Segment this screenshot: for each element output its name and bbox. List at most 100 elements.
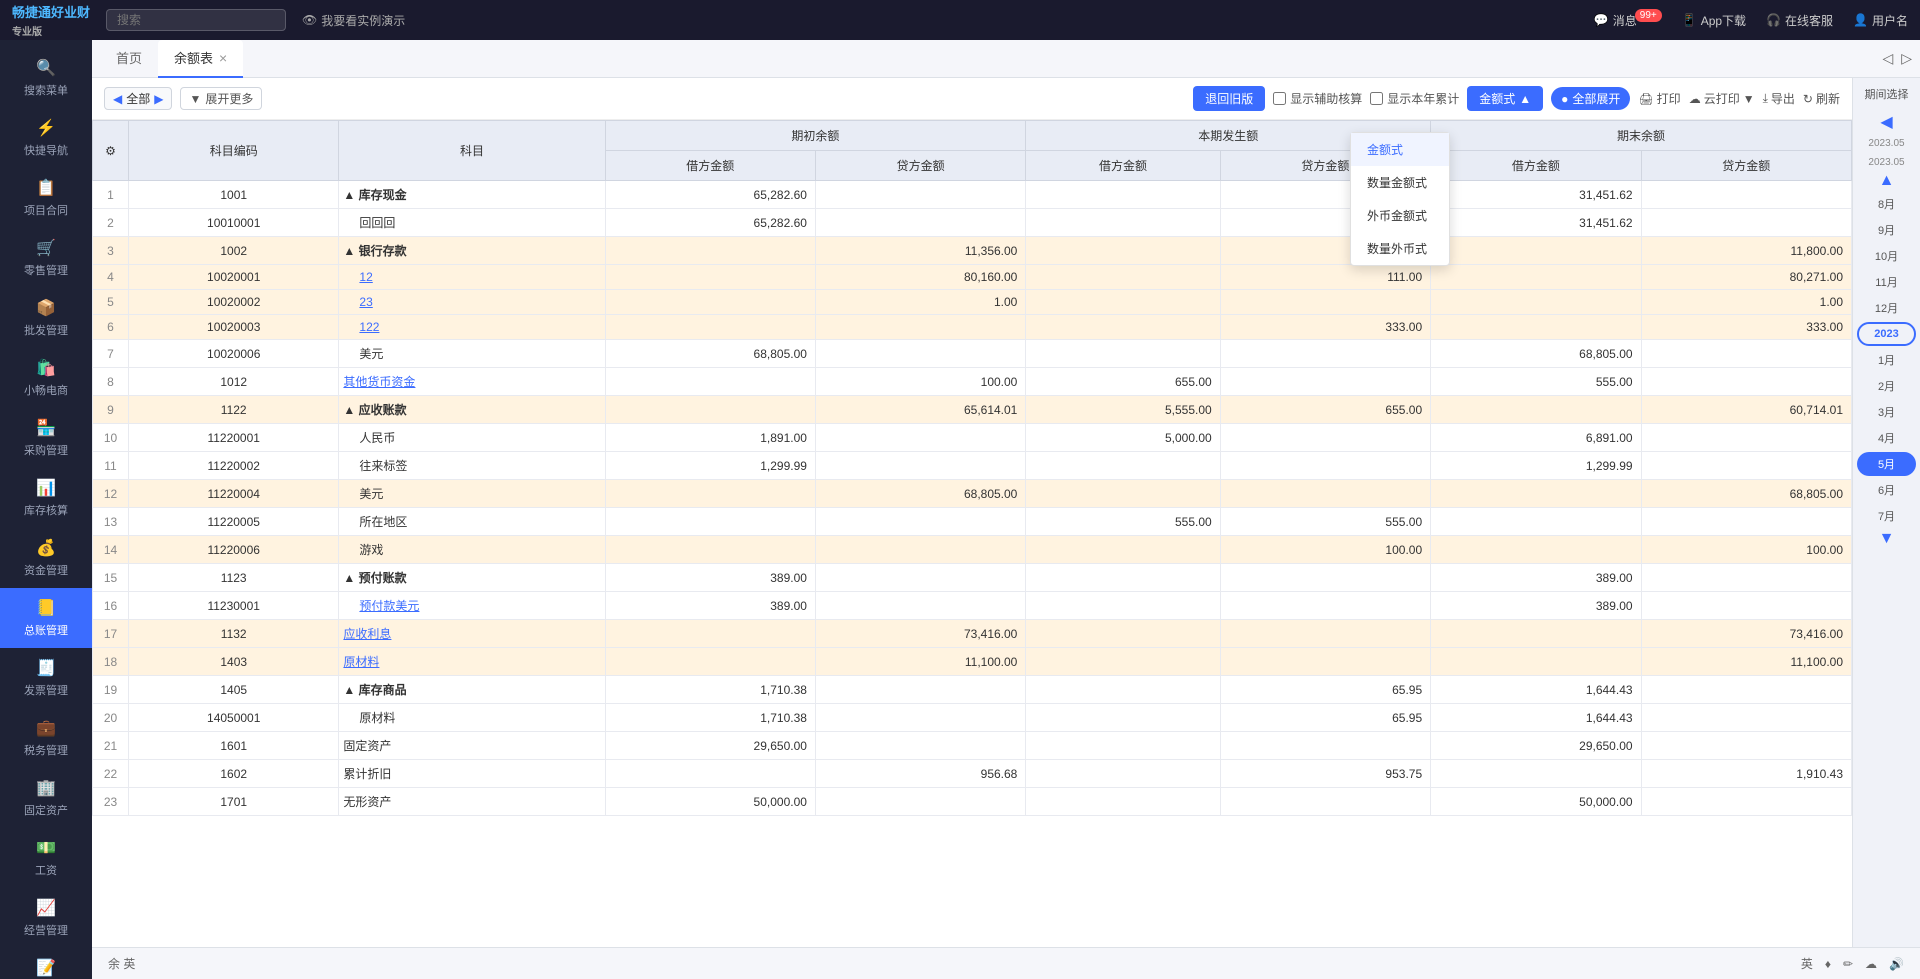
show-assist-checkbox[interactable]: 显示辅助核算 [1273,90,1362,107]
panel-collapse-btn[interactable]: ◀ [1880,112,1892,132]
opening-debit [605,368,815,396]
period-aug[interactable]: 8月 [1857,192,1916,216]
sidebar-item-project[interactable]: 📋 项目合同 [0,168,92,228]
row-name[interactable]: 预付款美元 [339,592,605,620]
opening-debit [605,760,815,788]
period-apr[interactable]: 4月 [1857,426,1916,450]
row-name[interactable]: 122 [339,315,605,340]
current-debit [1026,564,1220,592]
opening-credit: 80,160.00 [815,265,1025,290]
expand-all-toggle[interactable]: ● 全部展开 [1551,87,1630,110]
sidebar-item-invoice[interactable]: 🧾 发票管理 [0,648,92,708]
period-oct[interactable]: 10月 [1857,244,1916,268]
sidebar-item-inventory[interactable]: 📊 库存核算 [0,468,92,528]
current-debit [1026,648,1220,676]
service-btn[interactable]: 🎧 在线客服 [1766,12,1833,29]
account-link[interactable]: 其他货币资金 [343,375,415,389]
status-lang[interactable]: 英 [1801,955,1813,972]
period-mar[interactable]: 3月 [1857,400,1916,424]
period-up-btn[interactable]: ▲ [1879,172,1895,190]
sidebar-item-search[interactable]: 🔍 搜索菜单 [0,48,92,108]
row-name[interactable]: 其他货币资金 [339,368,605,396]
status-icon3[interactable]: ☁ [1865,957,1877,971]
row-code: 14050001 [129,704,339,732]
tab-collapse-btn[interactable]: ◁ [1882,50,1893,67]
annual-checkbox-input[interactable] [1370,92,1383,105]
return-old-btn[interactable]: 退回旧版 [1193,86,1265,111]
sidebar-item-purchase[interactable]: 🏪 采购管理 [0,408,92,468]
sidebar-item-fixedassets[interactable]: 🏢 固定资产 [0,768,92,828]
app-download-btn[interactable]: 📱 App下载 [1682,12,1746,29]
tab-home[interactable]: 首页 [100,40,158,78]
period-jun[interactable]: 6月 [1857,478,1916,502]
refresh-btn[interactable]: ↻ 刷新 [1803,90,1840,107]
status-icon1[interactable]: ♦ [1825,957,1831,971]
sidebar-item-wholesale[interactable]: 📦 批发管理 [0,288,92,348]
dropdown-item-amount[interactable]: 金额式 [1351,133,1449,166]
demo-link[interactable]: 👁 我要看实例演示 [302,12,405,29]
sidebar-item-ecommerce[interactable]: 🛍️ 小畅电商 [0,348,92,408]
show-annual-checkbox[interactable]: 显示本年累计 [1370,90,1459,107]
period-may[interactable]: 5月 [1857,452,1916,476]
opening-credit [815,181,1025,209]
row-name[interactable]: 12 [339,265,605,290]
opening-debit [605,620,815,648]
period-feb[interactable]: 2月 [1857,374,1916,398]
account-link[interactable]: 23 [359,295,372,309]
row-name[interactable]: 原材料 [339,648,605,676]
period-nov[interactable]: 11月 [1857,270,1916,294]
account-link[interactable]: 122 [359,320,379,334]
style-dropdown-btn[interactable]: 金额式 ▲ [1467,86,1543,111]
row-name[interactable]: 23 [339,290,605,315]
dropdown-item-foreign-amount[interactable]: 外币金额式 [1351,199,1449,232]
sidebar-item-retail[interactable]: 🛒 零售管理 [0,228,92,288]
period-jan[interactable]: 1月 [1857,348,1916,372]
current-credit [1220,732,1430,760]
sidebar-item-expense[interactable]: 📝 小畅报销 [0,948,92,979]
expand-more-btn[interactable]: ▼ 展开更多 [180,87,262,110]
status-icon4[interactable]: 🔊 [1889,957,1904,971]
tab-close-btn[interactable]: × [219,50,227,66]
export-btn[interactable]: ⤓ 导出 [1763,90,1795,107]
account-link[interactable]: 预付款美元 [359,599,419,613]
table-row: 2 10010001 回回回 65,282.60 33,830.98 31,45… [93,209,1852,237]
current-credit: 655.00 [1220,396,1430,424]
current-debit [1026,290,1220,315]
sidebar-item-ledger[interactable]: 📒 总账管理 [0,588,92,648]
closing-credit: 73,416.00 [1641,620,1851,648]
period-down-btn[interactable]: ▼ [1879,530,1895,548]
print-btn[interactable]: 🖨 打印 [1638,90,1680,107]
filter-left-arrow[interactable]: ◀ [113,92,122,106]
account-link[interactable]: 应收利息 [343,627,391,641]
search-input[interactable] [106,9,286,31]
opening-debit: 68,805.00 [605,340,815,368]
filter-right-arrow[interactable]: ▶ [154,92,163,106]
filter-all-tag[interactable]: ◀ 全部 ▶ [104,87,172,110]
row-name[interactable]: 应收利息 [339,620,605,648]
sidebar-item-salary[interactable]: 💵 工资 [0,828,92,888]
closing-credit [1641,181,1851,209]
current-debit [1026,732,1220,760]
tab-expand-btn[interactable]: ▷ [1901,50,1912,67]
sidebar-item-quicknav[interactable]: ⚡ 快捷导航 [0,108,92,168]
table-settings-header[interactable]: ⚙ [93,121,129,181]
sidebar-item-operations[interactable]: 📈 经营管理 [0,888,92,948]
account-link[interactable]: 原材料 [343,655,379,669]
tab-balance-sheet[interactable]: 余额表 × [158,40,243,78]
period-2023[interactable]: 2023 [1857,322,1916,346]
dropdown-item-qty-foreign[interactable]: 数量外币式 [1351,232,1449,265]
cloud-print-btn[interactable]: ☁ 云打印 ▼ [1689,90,1755,107]
sidebar-item-tax[interactable]: 💼 税务管理 [0,708,92,768]
dropdown-item-qty-amount[interactable]: 数量金额式 [1351,166,1449,199]
user-avatar[interactable]: 👤 用户名 [1853,12,1908,29]
assist-checkbox-input[interactable] [1273,92,1286,105]
account-link[interactable]: 12 [359,270,372,284]
table-opening-header: 期初余额 [605,121,1026,151]
message-btn[interactable]: 💬 消息 99+ [1594,12,1662,29]
period-sep[interactable]: 9月 [1857,218,1916,242]
period-jul[interactable]: 7月 [1857,504,1916,528]
period-dec[interactable]: 12月 [1857,296,1916,320]
sidebar-item-capital[interactable]: 💰 资金管理 [0,528,92,588]
closing-credit [1641,368,1851,396]
status-icon2[interactable]: ✏ [1843,957,1853,971]
